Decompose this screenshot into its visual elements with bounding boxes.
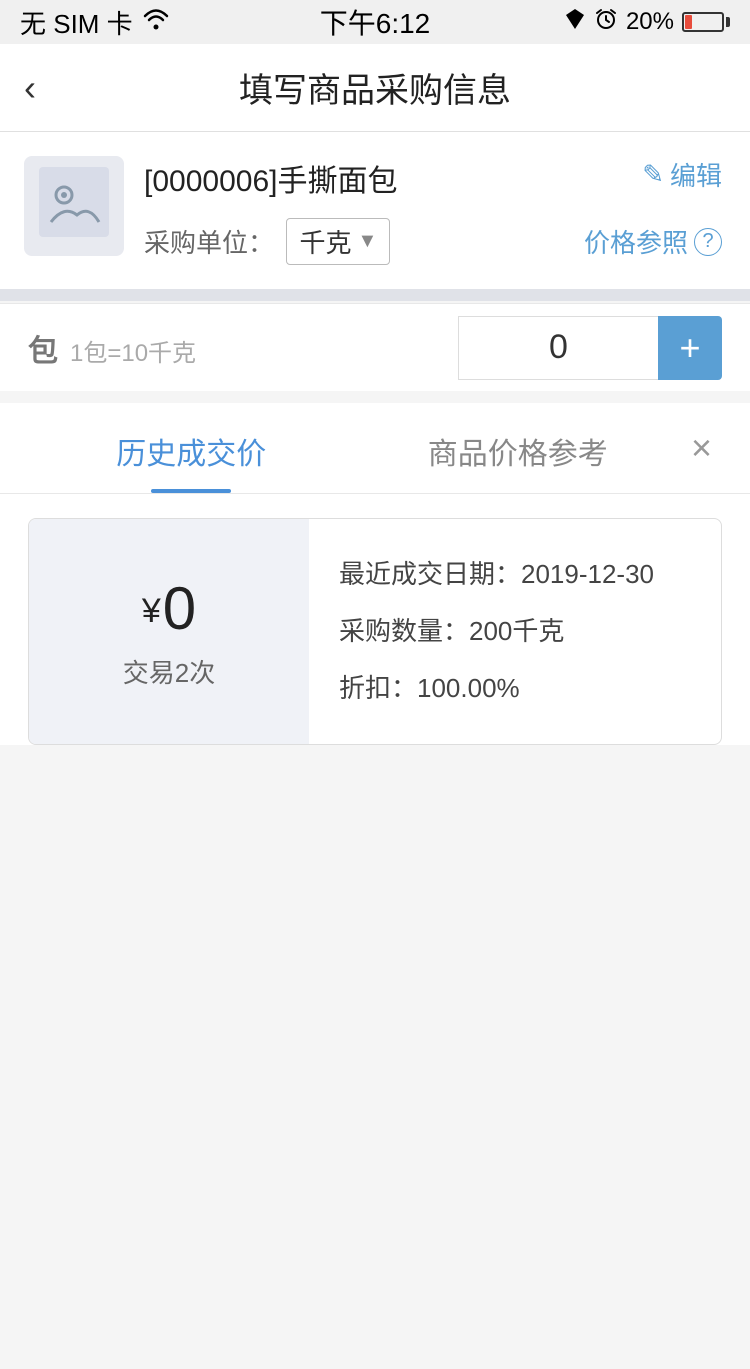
help-icon: ?	[694, 228, 722, 256]
transaction-price-column: ¥0 交易2次	[29, 519, 309, 744]
page-title: 填写商品采购信息	[239, 63, 511, 112]
product-image	[24, 156, 124, 256]
alarm-icon	[594, 7, 618, 38]
package-unit-label: 包	[28, 326, 58, 370]
price-currency-symbol: ¥	[142, 592, 161, 630]
product-info: [0000006]手撕面包 ✎ 编辑 采购单位： 千克 ▼ 价格参照 ?	[144, 156, 722, 265]
back-button[interactable]: ‹	[24, 67, 36, 109]
tab-history-price[interactable]: 历史成交价	[28, 403, 354, 493]
unit-selector[interactable]: 千克 ▼	[286, 218, 390, 265]
transaction-detail-column: 最近成交日期：2019-12-30 采购数量：200千克 折扣：100.00%	[309, 519, 721, 744]
edit-button[interactable]: ✎ 编辑	[642, 156, 722, 193]
edit-icon: ✎	[642, 159, 664, 190]
price-amount: 0	[163, 575, 196, 642]
trade-count: 交易2次	[123, 653, 215, 690]
quantity-input[interactable]	[458, 316, 658, 380]
location-icon	[564, 7, 586, 38]
tab-price-reference[interactable]: 商品价格参考	[354, 403, 680, 493]
tabs-close-button[interactable]: ×	[681, 420, 722, 476]
tabs-section: 历史成交价 商品价格参考 × ¥0 交易2次 最近成交日期：2019-12-30…	[0, 403, 750, 745]
quantity-plus-button[interactable]: +	[658, 316, 722, 380]
conversion-note: 1包=10千克	[70, 333, 196, 368]
battery-percent: 20%	[626, 8, 674, 36]
recent-date-row: 最近成交日期：2019-12-30	[339, 555, 691, 594]
unit-label: 采购单位：	[144, 228, 274, 258]
purchase-qty-row: 采购数量：200千克	[339, 612, 691, 651]
quantity-unit-info: 包 1包=10千克	[28, 326, 196, 370]
section-divider	[0, 289, 750, 301]
main-content	[0, 769, 750, 1369]
nav-bar: ‹ 填写商品采购信息	[0, 44, 750, 132]
status-bar: 无 SIM 卡 下午6:12 20%	[0, 0, 750, 44]
wifi-icon	[141, 7, 171, 38]
battery-icon	[682, 12, 730, 32]
status-carrier: 无 SIM 卡	[20, 4, 171, 41]
tabs-header: 历史成交价 商品价格参考 ×	[0, 403, 750, 494]
product-header: [0000006]手撕面包 ✎ 编辑	[144, 156, 722, 200]
status-time: 下午6:12	[320, 2, 431, 42]
product-card: [0000006]手撕面包 ✎ 编辑 采购单位： 千克 ▼ 价格参照 ?	[0, 132, 750, 289]
discount-row: 折扣：100.00%	[339, 669, 691, 708]
quantity-control: +	[458, 316, 722, 380]
status-right: 20%	[564, 7, 730, 38]
product-unit-row: 采购单位： 千克 ▼ 价格参照 ?	[144, 218, 722, 265]
quantity-row: 包 1包=10千克 +	[0, 303, 750, 391]
product-name: [0000006]手撕面包	[144, 156, 397, 200]
price-ref-button[interactable]: 价格参照 ?	[584, 223, 722, 260]
dropdown-icon: ▼	[357, 230, 377, 253]
transaction-card: ¥0 交易2次 最近成交日期：2019-12-30 采购数量：200千克 折扣：…	[28, 518, 722, 745]
